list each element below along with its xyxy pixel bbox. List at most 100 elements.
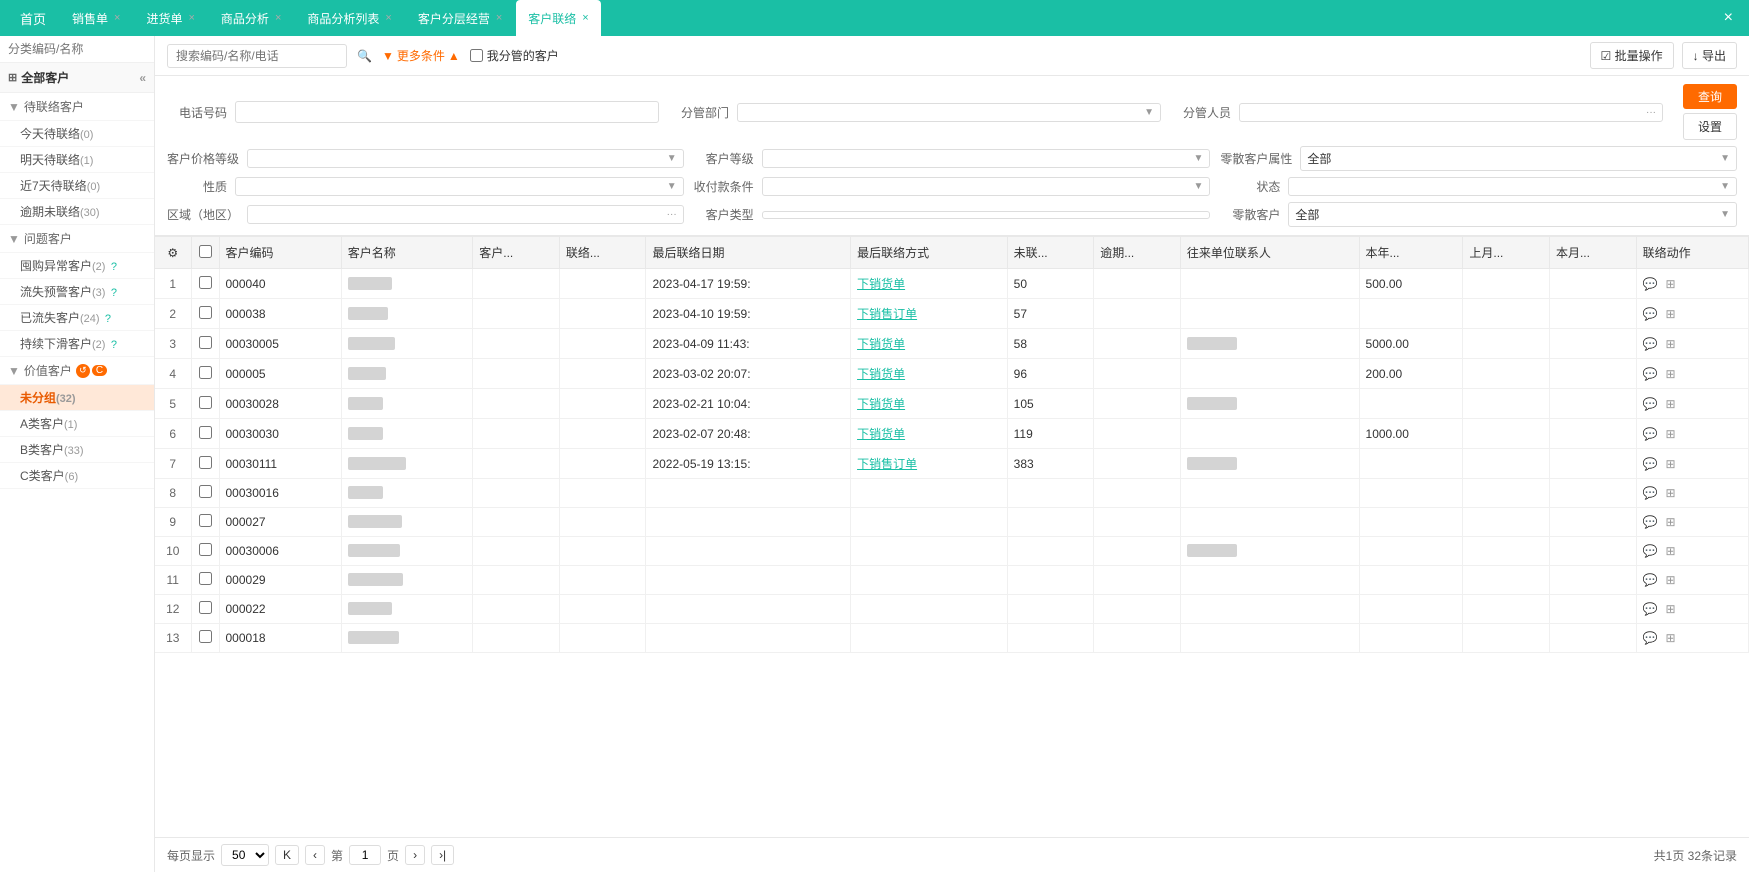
row-last-method[interactable] xyxy=(851,479,1008,508)
manager-select[interactable]: ··· xyxy=(1239,103,1663,122)
grid-action-icon[interactable]: ⊞ xyxy=(1666,544,1676,558)
row-last-method[interactable] xyxy=(851,566,1008,595)
window-close-button[interactable]: × xyxy=(1716,9,1741,27)
zero-customer-select[interactable]: 全部▼ xyxy=(1288,202,1737,227)
row-last-method[interactable]: 下销售订单 xyxy=(851,449,1008,479)
message-icon[interactable]: 💬 xyxy=(1643,337,1658,351)
message-icon[interactable]: 💬 xyxy=(1643,427,1658,441)
value-refresh-icon[interactable]: ↺ xyxy=(76,364,90,378)
message-icon[interactable]: 💬 xyxy=(1643,457,1658,471)
last-method-link[interactable]: 下销货单 xyxy=(857,367,905,381)
message-icon[interactable]: 💬 xyxy=(1643,544,1658,558)
dept-select[interactable]: ▼ xyxy=(737,103,1161,122)
message-icon[interactable]: 💬 xyxy=(1643,307,1658,321)
sidebar-search-input[interactable] xyxy=(8,42,155,56)
customer-type-select[interactable] xyxy=(762,211,1211,219)
sidebar-item-today-pending[interactable]: 今天待联络(0) xyxy=(0,121,154,147)
message-icon[interactable]: 💬 xyxy=(1643,397,1658,411)
message-icon[interactable]: 💬 xyxy=(1643,515,1658,529)
all-customers-header[interactable]: ⊞ 全部客户 « xyxy=(0,63,154,93)
grid-action-icon[interactable]: ⊞ xyxy=(1666,367,1676,381)
close-purchase-tab[interactable]: × xyxy=(188,12,194,24)
sidebar-item-a-class[interactable]: A类客户(1) xyxy=(0,411,154,437)
pending-customers-group[interactable]: ▼ 待联络客户 xyxy=(0,93,154,121)
row-checkbox[interactable] xyxy=(191,595,219,624)
batch-operations-btn[interactable]: ☑ 批量操作 xyxy=(1590,42,1674,69)
row-last-method[interactable]: 下销货单 xyxy=(851,329,1008,359)
my-customers-filter[interactable]: 我分管的客户 xyxy=(470,47,559,64)
row-checkbox[interactable] xyxy=(191,479,219,508)
grid-action-icon[interactable]: ⊞ xyxy=(1666,515,1676,529)
my-customers-checkbox[interactable] xyxy=(470,49,483,62)
row-checkbox[interactable] xyxy=(191,359,219,389)
last-method-link[interactable]: 下销售订单 xyxy=(857,307,917,321)
sidebar-item-churned[interactable]: 已流失客户(24) ? xyxy=(0,305,154,331)
sidebar-item-c-class[interactable]: C类客户(6) xyxy=(0,463,154,489)
sidebar-item-b-class[interactable]: B类客户(33) xyxy=(0,437,154,463)
row-checkbox[interactable] xyxy=(191,624,219,653)
nav-tab-customer-tier[interactable]: 客户分层经营 × xyxy=(406,0,514,36)
select-all-checkbox-header[interactable] xyxy=(191,237,219,269)
phone-input[interactable] xyxy=(235,101,659,123)
nav-tab-purchase[interactable]: 进货单 × xyxy=(134,0,206,36)
export-btn[interactable]: ↓ 导出 xyxy=(1682,42,1737,69)
row-checkbox[interactable] xyxy=(191,537,219,566)
close-customer-contact-tab[interactable]: × xyxy=(582,12,588,24)
message-icon[interactable]: 💬 xyxy=(1643,602,1658,616)
status-select[interactable]: ▼ xyxy=(1288,177,1737,196)
sidebar-item-tomorrow-pending[interactable]: 明天待联络(1) xyxy=(0,147,154,173)
row-last-method[interactable]: 下销售订单 xyxy=(851,299,1008,329)
sidebar-item-hoarding[interactable]: 囤购异常客户(2) ? xyxy=(0,253,154,279)
last-method-link[interactable]: 下销货单 xyxy=(857,397,905,411)
sidebar-item-ungroped[interactable]: 未分组(32) xyxy=(0,385,154,411)
row-checkbox[interactable] xyxy=(191,389,219,419)
column-settings-btn[interactable]: ⚙ xyxy=(155,237,191,269)
row-last-method[interactable] xyxy=(851,537,1008,566)
row-checkbox[interactable] xyxy=(191,299,219,329)
row-checkbox[interactable] xyxy=(191,508,219,537)
grid-action-icon[interactable]: ⊞ xyxy=(1666,573,1676,587)
sidebar-item-7days-pending[interactable]: 近7天待联络(0) xyxy=(0,173,154,199)
sidebar-item-churn-warning[interactable]: 流失预警客户(3) ? xyxy=(0,279,154,305)
sidebar-collapse-icon[interactable]: « xyxy=(139,71,146,85)
filter-search-input[interactable] xyxy=(167,44,347,68)
select-all-checkbox[interactable] xyxy=(199,245,212,258)
grid-action-icon[interactable]: ⊞ xyxy=(1666,337,1676,351)
nav-home[interactable]: 首页 xyxy=(8,0,58,36)
last-method-link[interactable]: 下销货单 xyxy=(857,337,905,351)
sidebar-item-overdue-pending[interactable]: 逾期未联络(30) xyxy=(0,199,154,225)
more-conditions-btn[interactable]: ▼ 更多条件 ▲ xyxy=(382,47,460,64)
value-customers-group[interactable]: ▼ 价值客户 ↺ C xyxy=(0,357,154,385)
query-btn[interactable]: 查询 xyxy=(1683,84,1737,109)
problem-customers-group[interactable]: ▼ 问题客户 xyxy=(0,225,154,253)
reset-btn[interactable]: 设置 xyxy=(1683,113,1737,140)
per-page-select[interactable]: 50 xyxy=(221,844,269,866)
close-sales-tab[interactable]: × xyxy=(114,12,120,24)
message-icon[interactable]: 💬 xyxy=(1643,631,1658,645)
row-last-method[interactable] xyxy=(851,624,1008,653)
price-level-select[interactable]: ▼ xyxy=(247,149,684,168)
region-select[interactable]: ··· xyxy=(247,205,684,224)
row-last-method[interactable] xyxy=(851,595,1008,624)
row-checkbox[interactable] xyxy=(191,449,219,479)
grid-action-icon[interactable]: ⊞ xyxy=(1666,427,1676,441)
nav-tab-sales[interactable]: 销售单 × xyxy=(60,0,132,36)
sidebar-item-declining[interactable]: 持续下滑客户(2) ? xyxy=(0,331,154,357)
grid-action-icon[interactable]: ⊞ xyxy=(1666,486,1676,500)
row-last-method[interactable]: 下销货单 xyxy=(851,269,1008,299)
grid-action-icon[interactable]: ⊞ xyxy=(1666,602,1676,616)
nature-select[interactable]: ▼ xyxy=(235,177,684,196)
nav-tab-product-analysis[interactable]: 商品分析 × xyxy=(209,0,293,36)
filter-search-icon[interactable]: 🔍 xyxy=(357,49,372,63)
last-method-link[interactable]: 下销货单 xyxy=(857,427,905,441)
message-icon[interactable]: 💬 xyxy=(1643,277,1658,291)
row-checkbox[interactable] xyxy=(191,566,219,595)
page-number-input[interactable] xyxy=(349,845,381,865)
last-method-link[interactable]: 下销售订单 xyxy=(857,457,917,471)
first-page-btn[interactable]: K xyxy=(275,845,299,865)
row-checkbox[interactable] xyxy=(191,329,219,359)
grid-action-icon[interactable]: ⊞ xyxy=(1666,397,1676,411)
close-product-list-tab[interactable]: × xyxy=(385,12,391,24)
message-icon[interactable]: 💬 xyxy=(1643,367,1658,381)
grid-action-icon[interactable]: ⊞ xyxy=(1666,631,1676,645)
